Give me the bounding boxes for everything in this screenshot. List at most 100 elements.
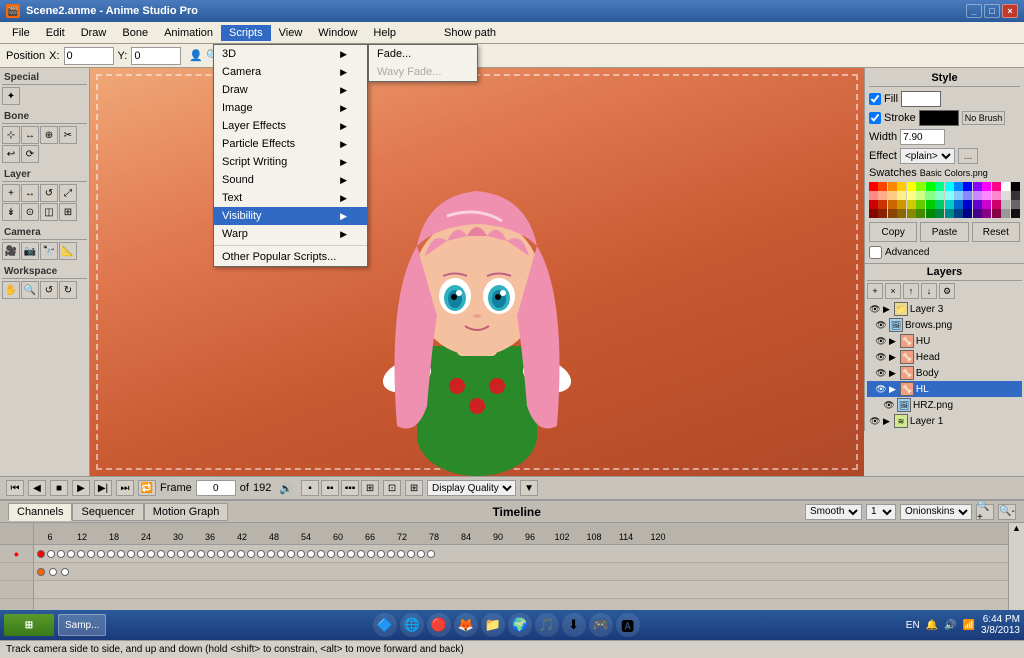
swatch[interactable] bbox=[1001, 182, 1010, 191]
close-button[interactable]: × bbox=[1002, 4, 1018, 18]
minimize-button[interactable]: _ bbox=[966, 4, 982, 18]
swatch[interactable] bbox=[869, 209, 878, 218]
swatch[interactable] bbox=[878, 209, 887, 218]
swatch[interactable] bbox=[992, 200, 1001, 209]
swatch[interactable] bbox=[869, 200, 878, 209]
keyframe-dot[interactable] bbox=[77, 550, 85, 558]
swatch[interactable] bbox=[907, 191, 916, 200]
effect-select[interactable]: <plain> bbox=[900, 148, 955, 164]
tool-ws-2[interactable]: 🔍 bbox=[21, 281, 39, 299]
swatch[interactable] bbox=[982, 200, 991, 209]
next-frame-button[interactable]: ▶| bbox=[94, 480, 112, 496]
taskbar-app-window[interactable]: Samp... bbox=[58, 614, 106, 636]
fill-checkbox[interactable] bbox=[869, 93, 881, 105]
menu-draw[interactable]: Draw bbox=[73, 25, 115, 41]
keyframe-dot[interactable] bbox=[327, 550, 335, 558]
swatch[interactable] bbox=[888, 200, 897, 209]
keyframe-dot[interactable] bbox=[137, 550, 145, 558]
layer-row[interactable]: 👁 ▶ ≋ Layer 1 bbox=[867, 413, 1022, 429]
menu-image[interactable]: Image ▶ bbox=[214, 99, 367, 117]
layer-down-button[interactable]: ↓ bbox=[921, 283, 937, 299]
swatch[interactable] bbox=[916, 191, 925, 200]
swatch[interactable] bbox=[926, 191, 935, 200]
taskbar-icon-8[interactable]: ⬇ bbox=[562, 613, 586, 637]
keyframe-dot[interactable] bbox=[347, 550, 355, 558]
keyframe-dot[interactable] bbox=[307, 550, 315, 558]
swatch[interactable] bbox=[954, 200, 963, 209]
keyframe-dot[interactable] bbox=[417, 550, 425, 558]
menu-file[interactable]: File bbox=[4, 25, 38, 41]
keyframe-dot[interactable] bbox=[57, 550, 65, 558]
keyframe-dot[interactable] bbox=[67, 550, 75, 558]
swatch[interactable] bbox=[935, 191, 944, 200]
tool-camera-1[interactable]: 🎥 bbox=[2, 242, 20, 260]
keyframe-dot[interactable] bbox=[267, 550, 275, 558]
tool-bone-6[interactable]: ⟳ bbox=[21, 145, 39, 163]
stroke-color[interactable] bbox=[919, 110, 959, 126]
layer-row[interactable]: 👁 ▶ 🦴 Body bbox=[867, 365, 1022, 381]
keyframe-dot[interactable] bbox=[367, 550, 375, 558]
swatch[interactable] bbox=[888, 182, 897, 191]
swatch[interactable] bbox=[926, 182, 935, 191]
swatch[interactable] bbox=[869, 191, 878, 200]
swatch[interactable] bbox=[926, 200, 935, 209]
swatch[interactable] bbox=[1001, 191, 1010, 200]
swatch[interactable] bbox=[954, 191, 963, 200]
keyframe-dot[interactable] bbox=[427, 550, 435, 558]
swatch[interactable] bbox=[888, 209, 897, 218]
layer-expand-icon[interactable]: ▶ bbox=[889, 384, 896, 395]
loop-button[interactable]: 🔁 bbox=[138, 480, 156, 496]
tool-bone-2[interactable]: ↔ bbox=[21, 126, 39, 144]
tool-ws-1[interactable]: ✋ bbox=[2, 281, 20, 299]
menu-draw[interactable]: Draw ▶ bbox=[214, 81, 367, 99]
advanced-checkbox[interactable] bbox=[869, 246, 882, 259]
keyframe-dot[interactable] bbox=[247, 550, 255, 558]
timeline-scroll[interactable]: 6 12 18 24 30 36 42 48 54 60 66 72 78 84… bbox=[34, 523, 1008, 621]
tool-ws-4[interactable]: ↻ bbox=[59, 281, 77, 299]
tool-bone-4[interactable]: ✂ bbox=[59, 126, 77, 144]
menu-text[interactable]: Text ▶ bbox=[214, 189, 367, 207]
safe-zones-button[interactable]: ⊡ bbox=[383, 480, 401, 496]
keyframe-dot[interactable] bbox=[337, 550, 345, 558]
layer-row[interactable]: 👁 🖼 Brows.png bbox=[867, 317, 1022, 333]
swatch[interactable] bbox=[982, 182, 991, 191]
swatch[interactable] bbox=[1011, 209, 1020, 218]
keyframe-dot[interactable] bbox=[257, 550, 265, 558]
taskbar-icon-5[interactable]: 📁 bbox=[481, 613, 505, 637]
menu-window[interactable]: Window bbox=[310, 25, 365, 41]
keyframe-dot[interactable] bbox=[147, 550, 155, 558]
speed-select[interactable]: 1 bbox=[866, 504, 896, 520]
tool-layer-6[interactable]: ⊙ bbox=[21, 203, 39, 221]
paste-button[interactable]: Paste bbox=[920, 222, 968, 242]
reset-button[interactable]: Reset bbox=[972, 222, 1020, 242]
menu-fade[interactable]: Fade... bbox=[369, 45, 477, 63]
tool-layer-8[interactable]: ⊞ bbox=[59, 203, 77, 221]
swatch[interactable] bbox=[945, 191, 954, 200]
tool-layer-2[interactable]: ↔ bbox=[21, 184, 39, 202]
onionskins-select[interactable]: Onionskins bbox=[900, 504, 972, 520]
keyframe-dot[interactable] bbox=[277, 550, 285, 558]
swatch[interactable] bbox=[1011, 191, 1020, 200]
keyframe-dot[interactable] bbox=[177, 550, 185, 558]
swatch[interactable] bbox=[935, 200, 944, 209]
smooth-select[interactable]: Smooth bbox=[805, 504, 862, 520]
swatch[interactable] bbox=[982, 191, 991, 200]
tool-bone-3[interactable]: ⊕ bbox=[40, 126, 58, 144]
stop-button[interactable]: ■ bbox=[50, 480, 68, 496]
tool-layer-5[interactable]: ↡ bbox=[2, 203, 20, 221]
swatch[interactable] bbox=[992, 182, 1001, 191]
swatch[interactable] bbox=[907, 182, 916, 191]
layer-expand-icon[interactable]: ▶ bbox=[889, 368, 896, 379]
swatch[interactable] bbox=[963, 200, 972, 209]
tool-layer-7[interactable]: ◫ bbox=[40, 203, 58, 221]
view-btn-3[interactable]: ▪▪▪ bbox=[341, 480, 359, 496]
keyframe-dot[interactable] bbox=[47, 550, 55, 558]
quality-down-button[interactable]: ▼ bbox=[520, 480, 538, 496]
prev-frame-button[interactable]: ◀ bbox=[28, 480, 46, 496]
keyframe-dot[interactable] bbox=[207, 550, 215, 558]
taskbar-icon-2[interactable]: 🌐 bbox=[400, 613, 424, 637]
swatch[interactable] bbox=[973, 182, 982, 191]
menu-warp[interactable]: Warp ▶ bbox=[214, 225, 367, 243]
menu-scripts[interactable]: Scripts bbox=[221, 25, 271, 41]
layer-options-button[interactable]: ⚙ bbox=[939, 283, 955, 299]
